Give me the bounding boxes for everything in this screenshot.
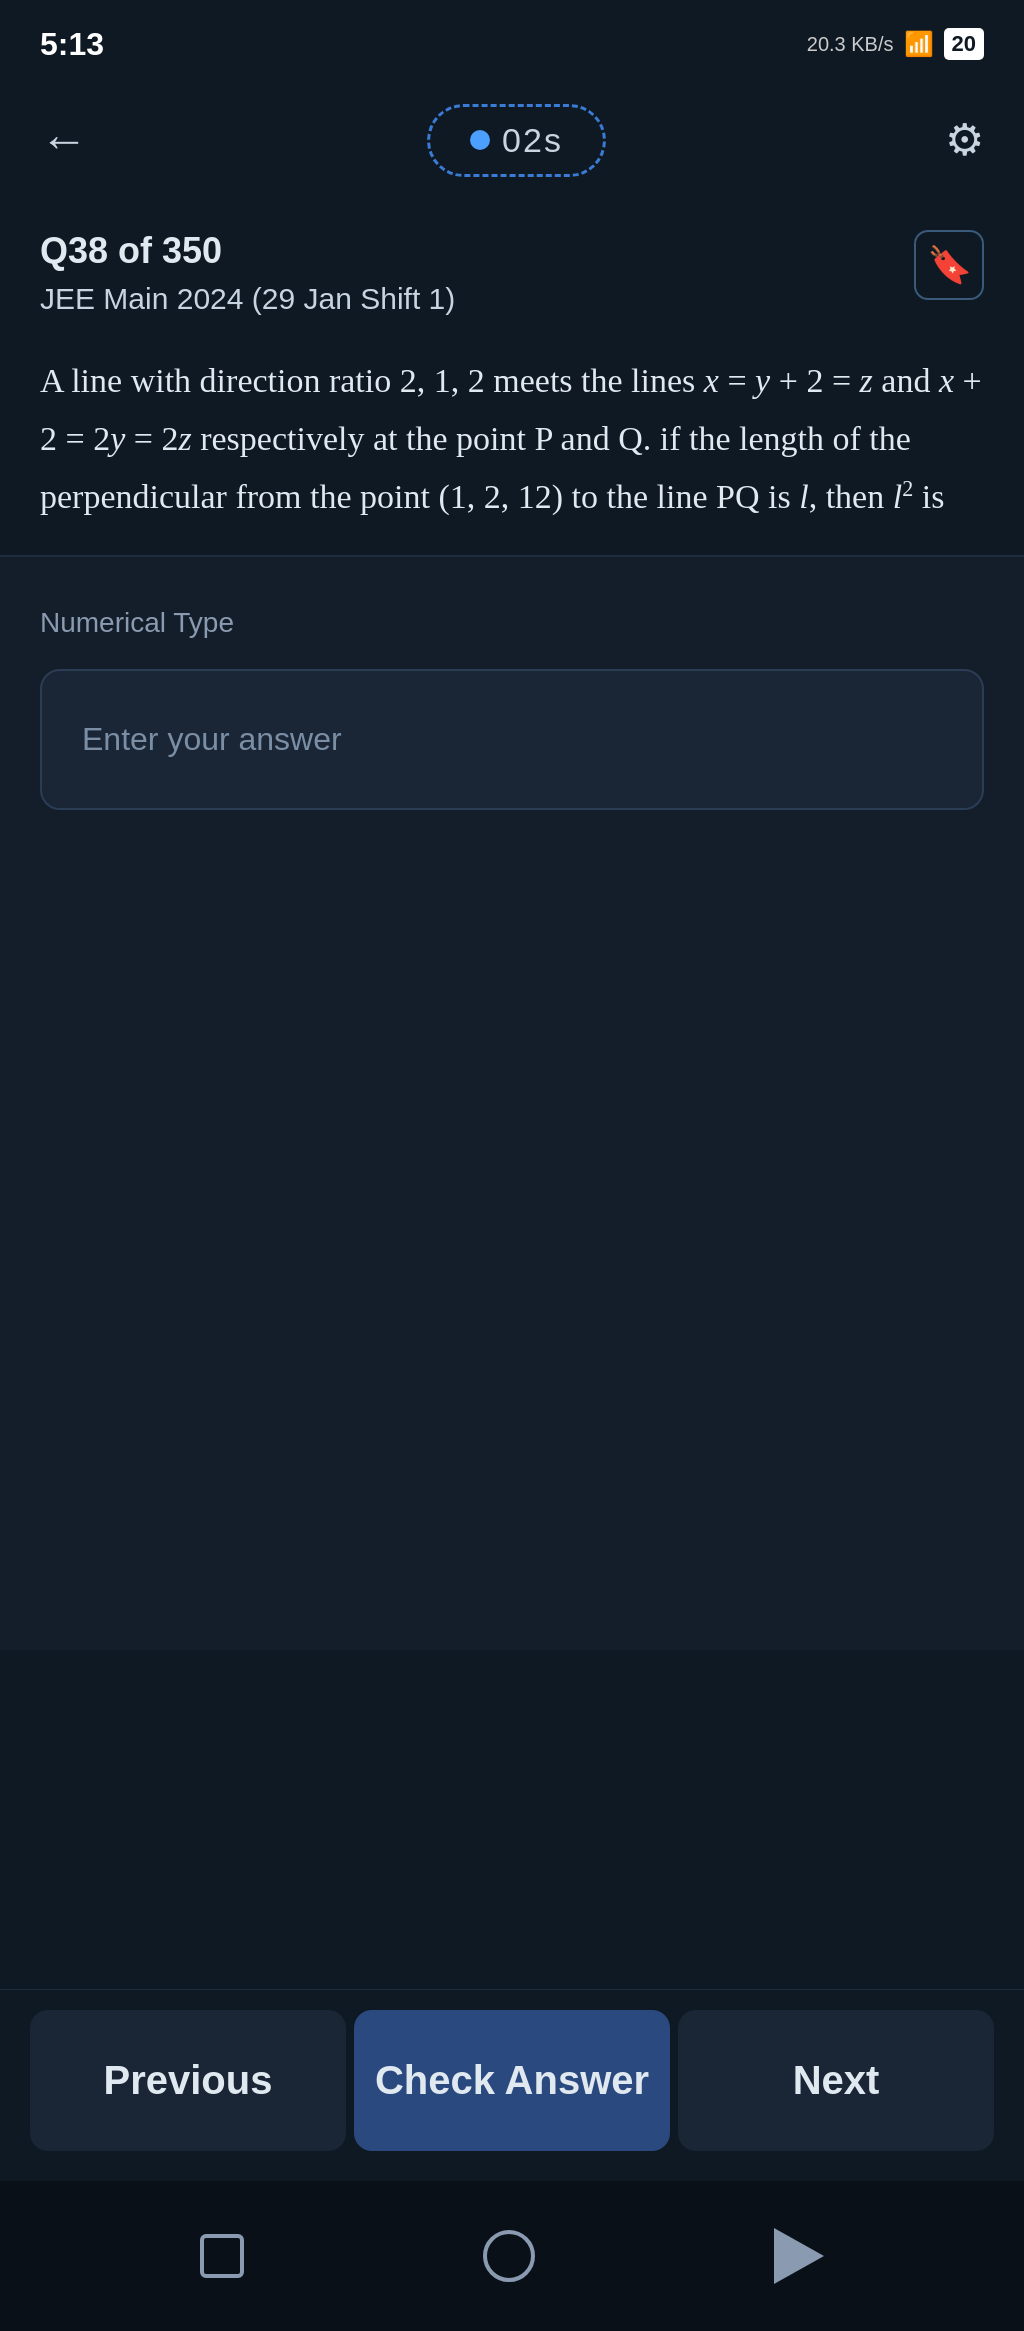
header: ← 02s ⚙ (0, 80, 1024, 200)
status-icons: 20.3 KB/s 📶 20 (807, 28, 984, 60)
bottom-nav: Previous Check Answer Next (0, 1989, 1024, 2171)
back-button[interactable]: ← (40, 116, 88, 164)
timer-container: 02s (427, 104, 606, 177)
question-area: Q38 of 350 JEE Main 2024 (29 Jan Shift 1… (0, 200, 1024, 557)
network-icon: 📶 (904, 30, 934, 58)
answer-input-box[interactable] (40, 669, 984, 810)
android-back-button[interactable] (774, 2228, 824, 2284)
back-icon (774, 2228, 824, 2284)
settings-button[interactable]: ⚙ (945, 114, 984, 166)
question-meta: Q38 of 350 JEE Main 2024 (29 Jan Shift 1… (40, 230, 984, 336)
question-source: JEE Main 2024 (29 Jan Shift 1) (40, 282, 894, 316)
answer-type-label: Numerical Type (40, 607, 984, 639)
content-body (0, 850, 1024, 1650)
bookmark-button[interactable]: 🔖 (914, 230, 984, 300)
android-recent-button[interactable] (200, 2234, 244, 2278)
status-bar: 5:13 20.3 KB/s 📶 20 (0, 0, 1024, 80)
recent-apps-icon (200, 2234, 244, 2278)
bookmark-icon: 🔖 (927, 244, 972, 286)
android-nav-bar (0, 2181, 1024, 2331)
android-home-button[interactable] (483, 2230, 535, 2282)
timer-display: 02s (502, 121, 563, 160)
question-text: A line with direction ratio 2, 1, 2 meet… (40, 352, 984, 525)
network-speed: 20.3 KB/s (807, 33, 894, 56)
timer-dot (470, 130, 490, 150)
answer-section: Numerical Type (0, 557, 1024, 850)
previous-button[interactable]: Previous (30, 2010, 346, 2151)
status-time: 5:13 (40, 26, 104, 63)
question-meta-left: Q38 of 350 JEE Main 2024 (29 Jan Shift 1… (40, 230, 894, 336)
question-number: Q38 of 350 (40, 230, 894, 272)
battery-indicator: 20 (944, 28, 984, 60)
next-button[interactable]: Next (678, 2010, 994, 2151)
answer-input[interactable] (82, 721, 942, 758)
home-icon (483, 2230, 535, 2282)
check-answer-button[interactable]: Check Answer (354, 2010, 670, 2151)
